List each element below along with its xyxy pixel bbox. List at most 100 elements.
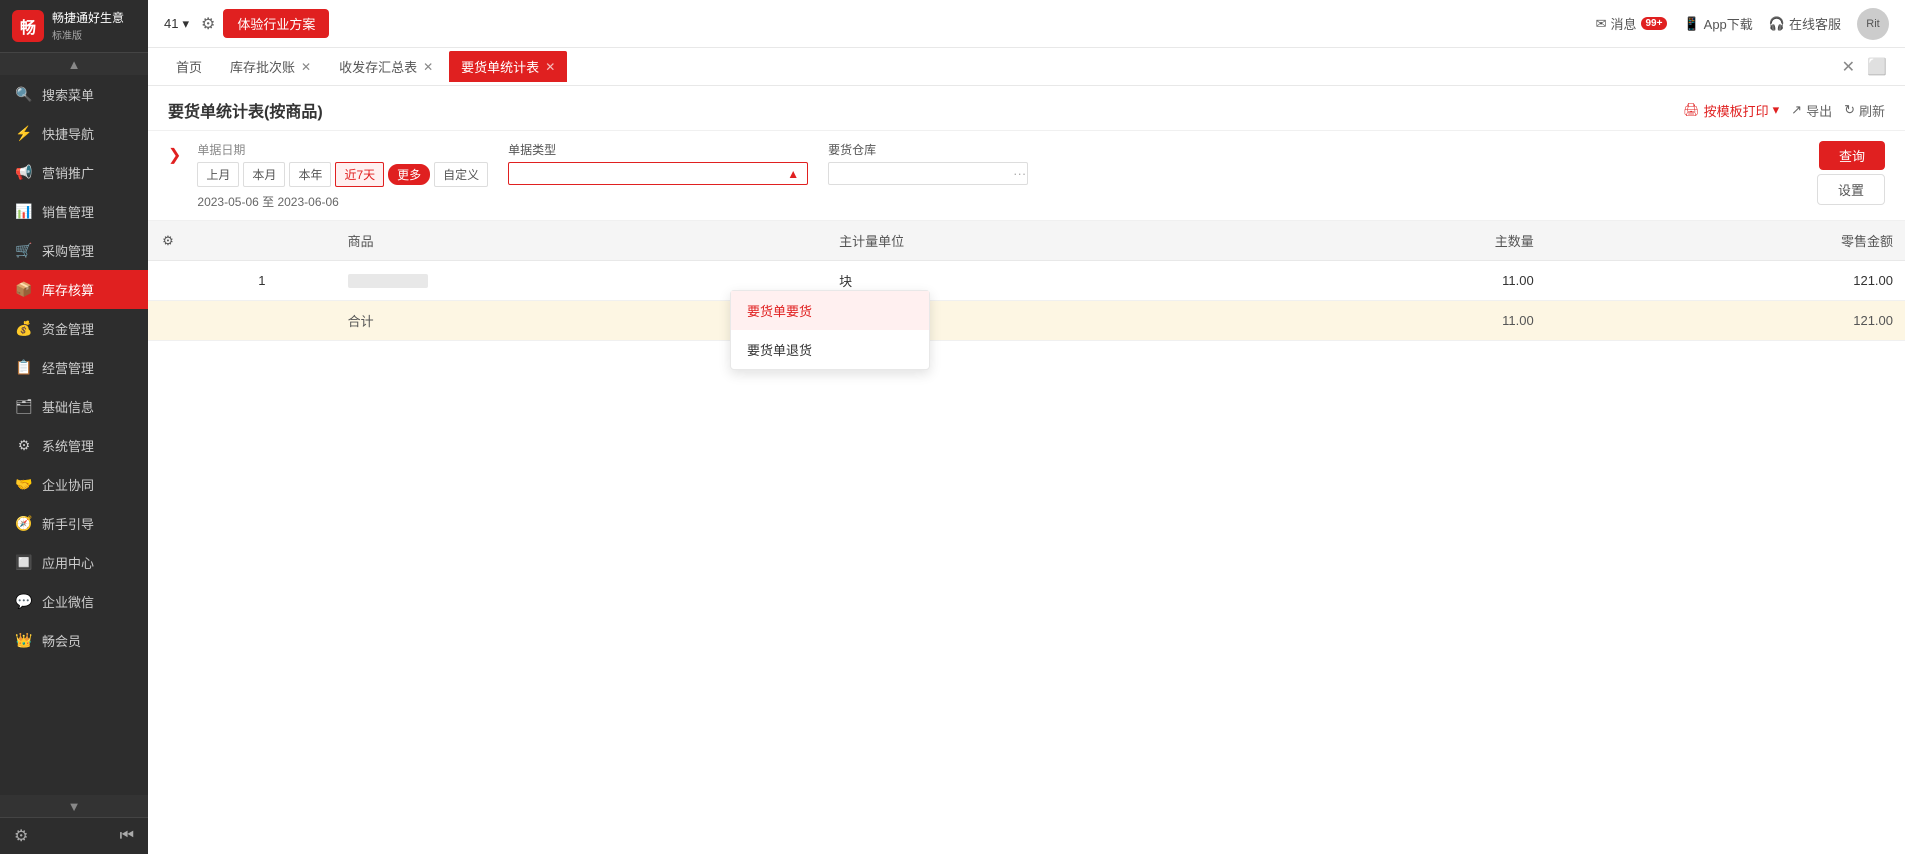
- sidebar-label-finance: 资金管理: [42, 319, 94, 338]
- sidebar-item-system[interactable]: ⚙ 系统管理: [0, 426, 148, 465]
- sidebar-item-inventory[interactable]: 📦 库存核算: [0, 270, 148, 309]
- message-icon: ✉: [1596, 16, 1607, 32]
- tab-close-all-icon[interactable]: ✕: [1840, 55, 1857, 79]
- date-this-year-btn[interactable]: 本年: [289, 162, 331, 187]
- sidebar-label-search: 搜索菜单: [42, 85, 94, 104]
- tab-label-batch: 库存批次账: [230, 57, 295, 76]
- topbar: 41 ▾ ⚙ 体验行业方案 ✉ 消息 99+ 📱 App下载 🎧 在线客服 Ri…: [148, 0, 1905, 48]
- sidebar-item-appstore[interactable]: 🔲 应用中心: [0, 543, 148, 582]
- type-dropdown-up-icon[interactable]: ▲: [787, 167, 799, 181]
- sidebar-item-marketing[interactable]: 📢 营销推广: [0, 153, 148, 192]
- sidebar-item-quicknav[interactable]: ⚡ 快捷导航: [0, 114, 148, 153]
- sidebar-item-sales[interactable]: 📊 销售管理: [0, 192, 148, 231]
- sidebar-item-guide[interactable]: 🧭 新手引导: [0, 504, 148, 543]
- type-filter-input-wrap: ▲: [508, 162, 808, 185]
- refresh-icon: ↻: [1844, 102, 1855, 118]
- app-label: App下载: [1704, 14, 1753, 33]
- tab-close-collection[interactable]: ✕: [423, 60, 433, 74]
- avatar-text: Rit: [1866, 18, 1879, 30]
- sidebar-icon-wechat: 💬: [14, 593, 34, 610]
- messages-badge: 99+: [1641, 17, 1668, 30]
- footer-empty1: [148, 301, 188, 341]
- date-7days-btn[interactable]: 近7天: [335, 162, 384, 187]
- export-button[interactable]: ↗ 导出: [1791, 101, 1832, 120]
- warehouse-filter-input[interactable]: [837, 166, 1013, 181]
- tab-order-stats[interactable]: 要货单统计表 ✕: [449, 51, 567, 82]
- table-wrap: ⚙ 商品 主计量单位 主数量 零售金额 1 块 11.00 121.00: [148, 221, 1905, 341]
- page-title: 要货单统计表(按商品): [168, 98, 323, 122]
- messages-button[interactable]: ✉ 消息 99+: [1596, 14, 1668, 33]
- date-range-text: 2023-05-06 至 2023-06-06: [197, 193, 488, 210]
- sidebar-icon-basic: 🗂: [14, 398, 34, 415]
- sidebar-item-operation[interactable]: 📋 经营管理: [0, 348, 148, 387]
- type-filter-label: 单据类型: [508, 141, 808, 158]
- page-header: 要货单统计表(按商品) 🖨 按模板打印 ▾ ↗ 导出 ↻ 刷新: [148, 86, 1905, 131]
- sidebar-item-wechat[interactable]: 💬 企业微信: [0, 582, 148, 621]
- tab-home[interactable]: 首页: [164, 51, 214, 82]
- sidebar-scroll-down[interactable]: ▼: [0, 795, 148, 817]
- sidebar-label-wechat: 企业微信: [42, 592, 94, 611]
- tab-batch[interactable]: 库存批次账 ✕: [218, 51, 323, 82]
- sidebar-label-operation: 经营管理: [42, 358, 94, 377]
- tab-label-order-stats: 要货单统计表: [461, 57, 539, 76]
- tab-collection[interactable]: 收发存汇总表✕: [327, 51, 445, 82]
- logo-sub: 标准版: [52, 27, 124, 42]
- logo-text: 畅捷通好生意: [52, 10, 124, 27]
- tab-close-order-stats[interactable]: ✕: [545, 60, 555, 74]
- refresh-button[interactable]: ↻ 刷新: [1844, 101, 1885, 120]
- sidebar-item-purchase[interactable]: 🛒 采购管理: [0, 231, 148, 270]
- sidebar-label-system: 系统管理: [42, 436, 94, 455]
- query-button[interactable]: 查询: [1819, 141, 1885, 170]
- th-amount: 零售金额: [1546, 221, 1905, 261]
- topbar-left: 41 ▾ ⚙ 体验行业方案: [164, 9, 1596, 38]
- sidebar-item-enterprise[interactable]: 🤝 企业协同: [0, 465, 148, 504]
- refresh-label: 刷新: [1859, 101, 1885, 120]
- topbar-settings-icon[interactable]: ⚙: [201, 14, 215, 34]
- type-filter-input[interactable]: [517, 166, 787, 181]
- export-label: 导出: [1806, 101, 1832, 120]
- type-filter-group: 单据类型 ▲: [508, 141, 808, 210]
- service-icon: 🎧: [1769, 16, 1785, 32]
- date-this-month-btn[interactable]: 本月: [243, 162, 285, 187]
- dropdown-item-order-goods[interactable]: 要货单要货: [731, 291, 929, 330]
- date-filter-group: 单据日期 上月 本月 本年 近7天 更多 自定义 2023-05-06 至 20…: [197, 141, 488, 210]
- sidebar-nav: 🔍 搜索菜单 ⚡ 快捷导航 📢 营销推广 📊 销售管理 🛒 采购管理 📦 库存核…: [0, 75, 148, 795]
- avatar[interactable]: Rit: [1857, 8, 1889, 40]
- date-more-btn[interactable]: 更多: [388, 164, 430, 185]
- print-button[interactable]: 🖨 按模板打印 ▾: [1683, 101, 1779, 120]
- sidebar-icon-finance: 💰: [14, 320, 34, 337]
- date-last-month-btn[interactable]: 上月: [197, 162, 239, 187]
- th-num: [188, 221, 336, 261]
- sidebar-item-finance[interactable]: 💰 资金管理: [0, 309, 148, 348]
- filter-expand-btn[interactable]: ❯: [168, 145, 181, 165]
- sidebar-scroll-up[interactable]: ▲: [0, 53, 148, 75]
- sidebar-icon-operation: 📋: [14, 359, 34, 376]
- sidebar-bottom: ⚙ ⏮: [0, 817, 148, 854]
- sidebar-item-search[interactable]: 🔍 搜索菜单: [0, 75, 148, 114]
- date-custom-btn[interactable]: 自定义: [434, 162, 488, 187]
- filter-settings-button[interactable]: 设置: [1817, 174, 1885, 205]
- sidebar-item-member[interactable]: 👑 畅会员: [0, 621, 148, 660]
- trial-button[interactable]: 体验行业方案: [223, 9, 329, 38]
- sidebar-label-quicknav: 快捷导航: [42, 124, 94, 143]
- tab-maximize-icon[interactable]: ⬜: [1865, 55, 1889, 79]
- settings-icon[interactable]: ⚙: [14, 826, 28, 846]
- company-selector[interactable]: 41 ▾: [164, 16, 189, 32]
- logo-icon: 畅: [12, 10, 44, 42]
- sidebar-logo: 畅 畅捷通好生意 标准版: [0, 0, 148, 53]
- tabs-bar: 首页库存批次账✕收发存汇总表✕要货单统计表✕ ✕ ⬜: [148, 48, 1905, 86]
- th-settings[interactable]: ⚙: [148, 221, 188, 261]
- warehouse-more-icon[interactable]: ···: [1013, 166, 1026, 181]
- company-dropdown-icon: ▾: [182, 16, 189, 32]
- app-download-button[interactable]: 📱 App下载: [1683, 14, 1752, 33]
- sidebar-item-basic[interactable]: 🗂 基础信息: [0, 387, 148, 426]
- sidebar-collapse-icon[interactable]: ⏮: [120, 827, 134, 845]
- dropdown-item-order-return[interactable]: 要货单退货: [731, 330, 929, 369]
- export-icon: ↗: [1791, 102, 1802, 118]
- footer-empty2: [188, 301, 336, 341]
- company-num: 41: [164, 16, 178, 31]
- td-qty-0: 11.00: [1248, 261, 1546, 301]
- tab-close-batch[interactable]: ✕: [301, 60, 311, 74]
- online-service-button[interactable]: 🎧 在线客服: [1769, 14, 1841, 33]
- service-label: 在线客服: [1789, 14, 1841, 33]
